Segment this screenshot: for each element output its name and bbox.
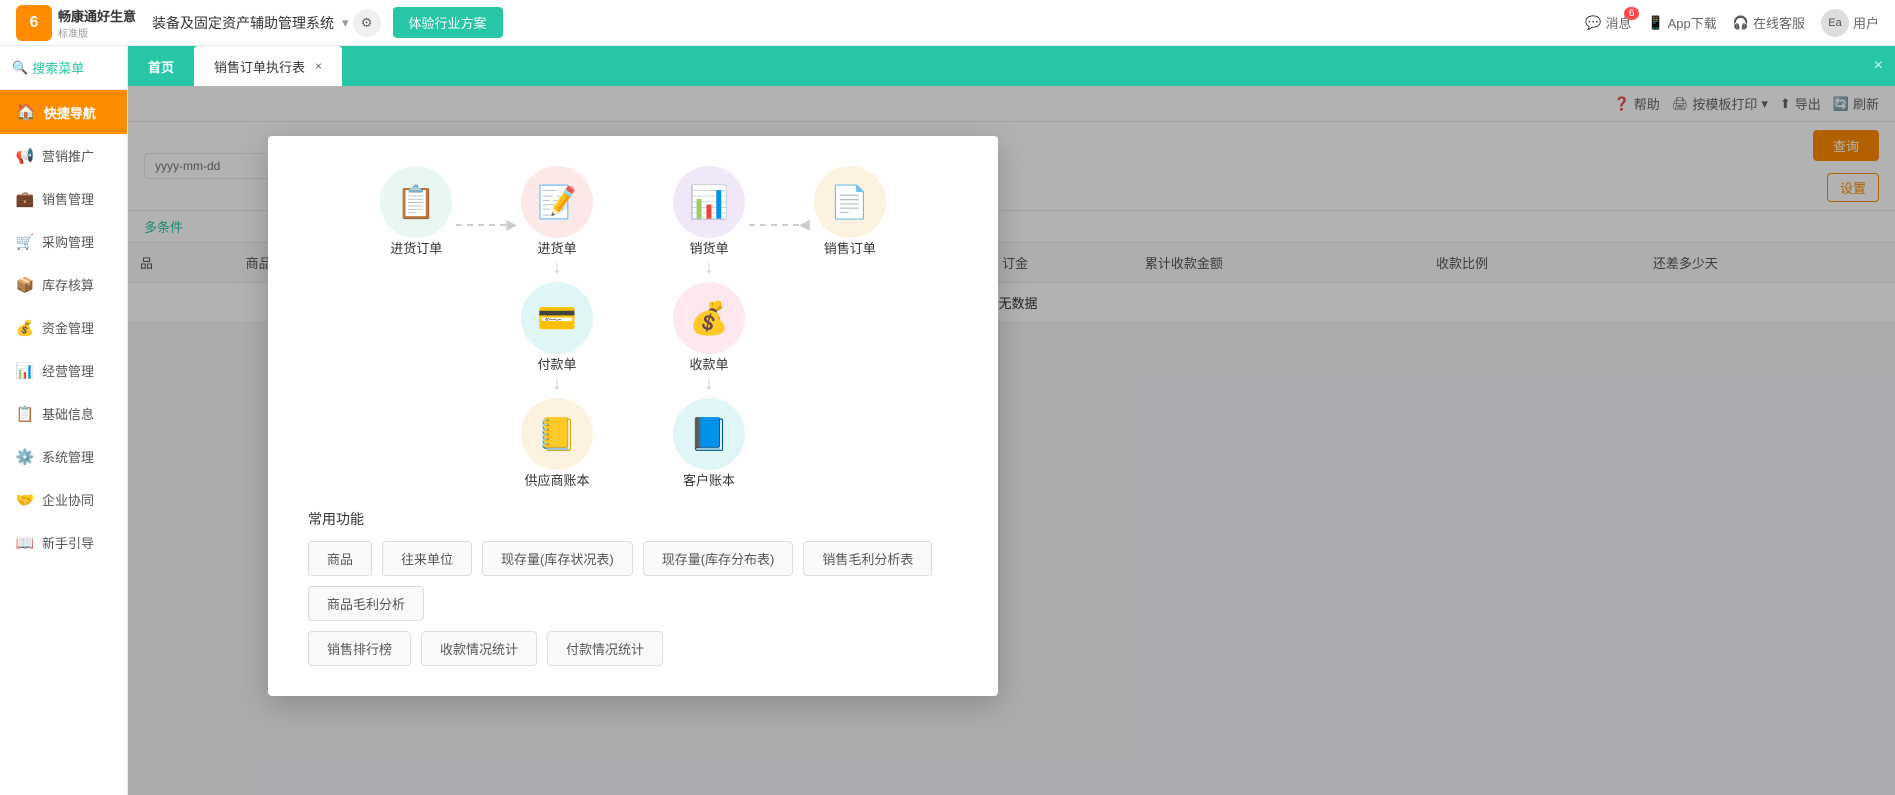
flow-row-1: 📋 进货订单 ▶: [308, 166, 958, 257]
logo-icon: 6: [16, 5, 52, 41]
btn-receipt-stats[interactable]: 收款情况统计: [421, 631, 537, 666]
top-right: 💬 消息 6 📱 App下载 🎧 在线客服 Ea 用户: [1585, 9, 1879, 37]
flow-arrows-down: ↓ ↓: [308, 257, 958, 278]
top-bar: 6 畅康通好生意 标准版 装备及固定资产辅助管理系统 ▾ ⚙ 体验行业方案 💬 …: [0, 0, 1895, 46]
user-menu[interactable]: Ea 用户: [1821, 9, 1879, 37]
modal-content: 📋 进货订单 ▶: [268, 136, 998, 696]
headset-icon: 🎧: [1733, 15, 1749, 31]
modal-overlay: 📋 进货订单 ▶: [128, 86, 1895, 795]
experience-button[interactable]: 体验行业方案: [393, 7, 503, 38]
flow-row-2: 💳 付款单 💰 收款单: [308, 282, 958, 373]
sidebar-item-sales[interactable]: 💼 销售管理: [0, 177, 127, 220]
flow-node-supplier-ledger[interactable]: 📒 供应商账本: [521, 398, 593, 489]
supplier-ledger-icon: 📒: [521, 398, 593, 470]
btn-partner[interactable]: 往来单位: [382, 541, 472, 576]
tab-close-icon[interactable]: ×: [315, 59, 322, 73]
flow-node-purchase-bill[interactable]: 📝 进货单: [521, 166, 593, 257]
sidebar: 🔍 搜索菜单 🏠 快捷导航 📢 营销推广 💼 销售管理 🛒 采购管理: [0, 46, 128, 795]
app-container: 6 畅康通好生意 标准版 装备及固定资产辅助管理系统 ▾ ⚙ 体验行业方案 💬 …: [0, 0, 1895, 795]
content-area: 首页 销售订单执行表 × × ❓ 帮助: [128, 46, 1895, 795]
payment-icon: 💳: [521, 282, 593, 354]
app-download-button[interactable]: 📱 App下载: [1647, 13, 1716, 32]
sales-icon: 💼: [16, 190, 34, 208]
sidebar-item-finance[interactable]: 💰 资金管理: [0, 306, 127, 349]
common-buttons-row2: 销售排行榜 收款情况统计 付款情况统计: [308, 631, 958, 666]
flow-arrows-down-2: ↓ ↓: [308, 373, 958, 394]
message-icon: 💬: [1585, 15, 1601, 31]
main-area: 🔍 搜索菜单 🏠 快捷导航 📢 营销推广 💼 销售管理 🛒 采购管理: [0, 46, 1895, 795]
sales-bill-icon: 📊: [673, 166, 745, 238]
flow-node-purchase-order[interactable]: 📋 进货订单: [380, 166, 452, 257]
arrow-sales: ◀: [749, 216, 810, 233]
btn-product[interactable]: 商品: [308, 541, 372, 576]
flow-row-3: 📒 供应商账本 📘 客户账本: [308, 398, 958, 489]
flow-node-sales-order[interactable]: 📄 销售订单: [814, 166, 886, 257]
purchase-bill-icon: 📝: [521, 166, 593, 238]
sidebar-item-quick-nav[interactable]: 🏠 快捷导航: [0, 90, 127, 134]
sidebar-item-marketing[interactable]: 📢 营销推广: [0, 134, 127, 177]
common-title: 常用功能: [308, 509, 958, 529]
btn-sales-ranking[interactable]: 销售排行榜: [308, 631, 411, 666]
purchase-icon: 🛒: [16, 233, 34, 251]
sidebar-item-purchase[interactable]: 🛒 采购管理: [0, 220, 127, 263]
avatar: Ea: [1821, 9, 1849, 37]
sidebar-item-guide[interactable]: 📖 新手引导: [0, 521, 127, 564]
message-button[interactable]: 💬 消息 6: [1585, 13, 1631, 32]
btn-product-profit[interactable]: 商品毛利分析: [308, 586, 424, 621]
tab-home[interactable]: 首页: [128, 46, 194, 86]
tab-sales-order[interactable]: 销售订单执行表 ×: [194, 46, 342, 86]
flow-node-payment[interactable]: 💳 付款单: [521, 282, 593, 373]
basicinfo-icon: 📋: [16, 405, 34, 423]
system-name: 装备及固定资产辅助管理系统: [152, 13, 334, 33]
enterprise-icon: 🤝: [16, 491, 34, 509]
logo-area: 6 畅康通好生意 标准版: [16, 5, 136, 41]
sidebar-item-operations[interactable]: 📊 经营管理: [0, 349, 127, 392]
tab-bar: 首页 销售订单执行表 × ×: [128, 46, 1895, 86]
settings-button[interactable]: ⚙: [353, 9, 381, 37]
sidebar-item-system[interactable]: ⚙️ 系统管理: [0, 435, 127, 478]
search-icon: 🔍: [12, 60, 28, 76]
logo-text: 畅康通好生意 标准版: [58, 6, 136, 40]
sales-order-icon: 📄: [814, 166, 886, 238]
guide-icon: 📖: [16, 534, 34, 552]
search-menu-button[interactable]: 🔍 搜索菜单: [8, 54, 119, 81]
flow-node-receipt[interactable]: 💰 收款单: [673, 282, 745, 373]
flow-node-customer-ledger[interactable]: 📘 客户账本: [673, 398, 745, 489]
customer-ledger-icon: 📘: [673, 398, 745, 470]
system-dropdown-icon[interactable]: ▾: [342, 15, 349, 31]
btn-stock-dist[interactable]: 现存量(库存分布表): [643, 541, 794, 576]
content-body: ❓ 帮助 🖨 按模板打印 ▾ ⬆ 导出 🔄: [128, 86, 1895, 795]
common-buttons: 商品 往来单位 现存量(库存状况表) 现存量(库存分布表) 销售毛利分析表 商品…: [308, 541, 958, 621]
finance-icon: 💰: [16, 319, 34, 337]
arrow-purchase: ▶: [456, 216, 517, 233]
btn-stock-status[interactable]: 现存量(库存状况表): [482, 541, 633, 576]
system-icon: ⚙️: [16, 448, 34, 466]
search-area: 🔍 搜索菜单: [0, 46, 127, 90]
flow-node-sales-bill[interactable]: 📊 销货单: [673, 166, 745, 257]
common-functions-section: 常用功能 商品 往来单位 现存量(库存状况表) 现存量(库存分布表) 销售毛利分…: [308, 509, 958, 666]
operations-icon: 📊: [16, 362, 34, 380]
flow-chart: 📋 进货订单 ▶: [308, 166, 958, 489]
receipt-icon: 💰: [673, 282, 745, 354]
sidebar-item-basic-info[interactable]: 📋 基础信息: [0, 392, 127, 435]
btn-payment-stats[interactable]: 付款情况统计: [547, 631, 663, 666]
marketing-icon: 📢: [16, 147, 34, 165]
modal-dialog: 📋 进货订单 ▶: [268, 136, 998, 696]
sidebar-item-enterprise[interactable]: 🤝 企业协同: [0, 478, 127, 521]
download-icon: 📱: [1647, 15, 1663, 31]
home-icon: 🏠: [16, 102, 36, 122]
sidebar-item-inventory[interactable]: 📦 库存核算: [0, 263, 127, 306]
online-service-button[interactable]: 🎧 在线客服: [1733, 13, 1805, 32]
btn-sales-profit[interactable]: 销售毛利分析表: [803, 541, 932, 576]
close-all-tabs-button[interactable]: ×: [1862, 57, 1895, 75]
purchase-order-icon: 📋: [380, 166, 452, 238]
inventory-icon: 📦: [16, 276, 34, 294]
